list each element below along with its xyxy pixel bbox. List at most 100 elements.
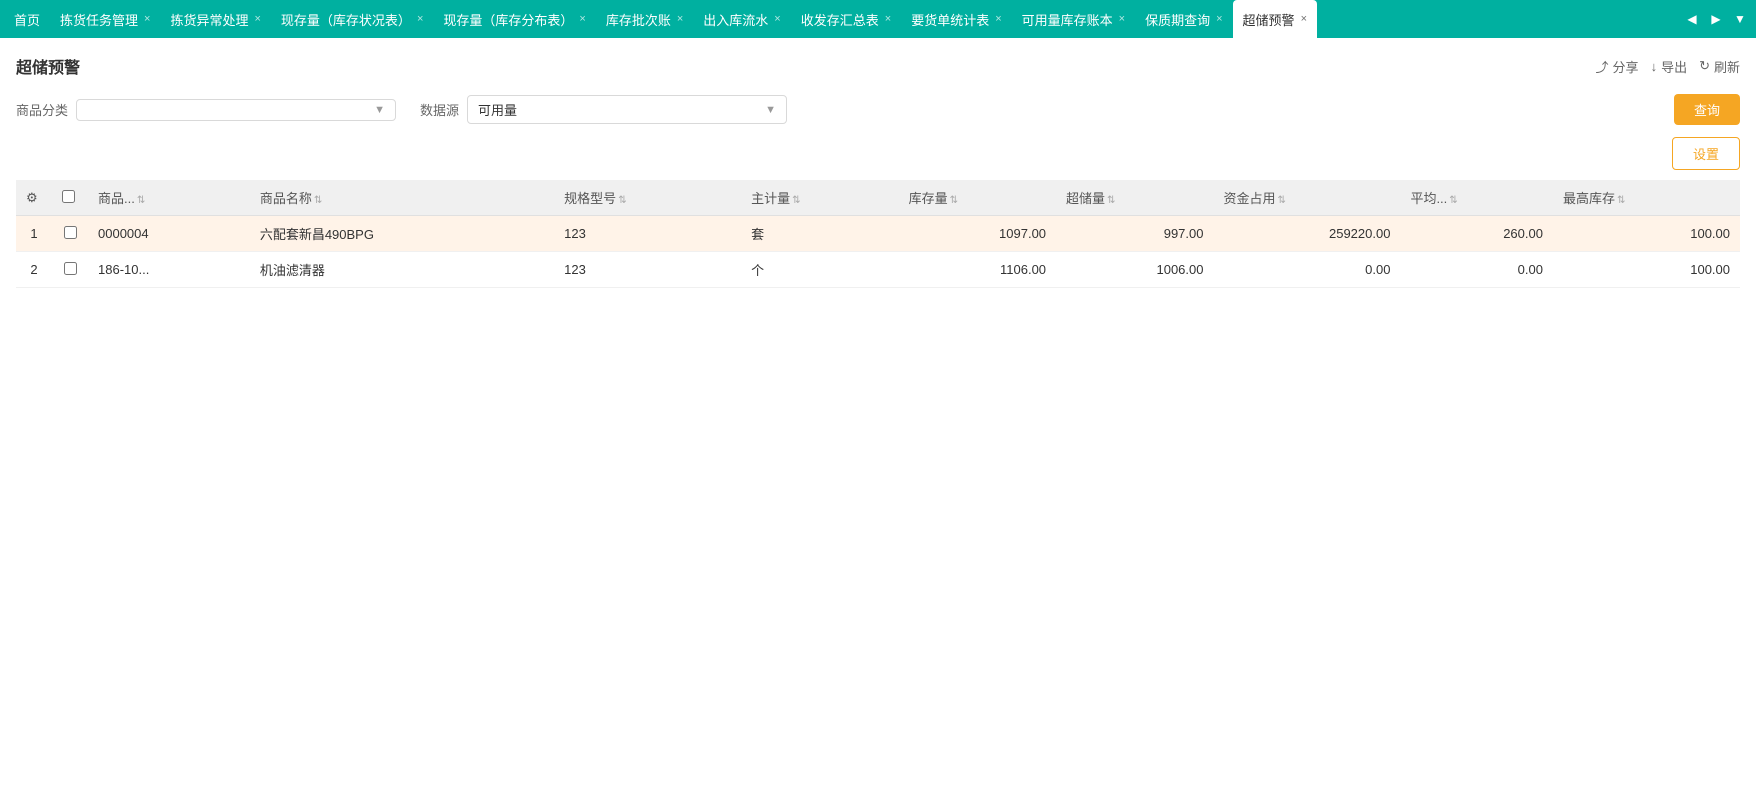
data-source-label: 数据源 (420, 100, 459, 119)
nav-item-11[interactable]: 超储预警× (1233, 0, 1317, 38)
product-category-select[interactable]: ▼ (76, 99, 396, 121)
row-spec-1: 123 (554, 252, 741, 288)
row-num-0: 1 (16, 216, 52, 252)
nav-close-7[interactable]: × (885, 13, 891, 25)
row-capital-1: 0.00 (1213, 252, 1400, 288)
select-all-checkbox[interactable] (62, 190, 75, 203)
nav-item-7[interactable]: 收发存汇总表× (791, 0, 901, 38)
filter-actions: 查询 (1674, 94, 1740, 125)
page-container: 超储预警 ⤴ 分享 ↓ 导出 ↻ 刷新 商品分类 ▼ 数据源 (0, 38, 1756, 800)
nav-close-5[interactable]: × (677, 13, 683, 25)
refresh-link[interactable]: ↻ 刷新 (1699, 57, 1740, 76)
row-max-stock-1: 100.00 (1553, 252, 1740, 288)
page-title: 超储预警 (16, 54, 80, 78)
nav-close-8[interactable]: × (995, 13, 1001, 25)
row-spec-0: 123 (554, 216, 741, 252)
nav-next-arrow[interactable]: ▶ (1704, 0, 1728, 38)
nav-item-2[interactable]: 拣货异常处理× (160, 0, 270, 38)
nav-close-2[interactable]: × (254, 13, 260, 25)
sort-icon-stock: ⇅ (950, 195, 958, 206)
nav-close-3[interactable]: × (417, 13, 423, 25)
data-source-value: 可用量 (478, 100, 517, 119)
page-header: 超储预警 ⤴ 分享 ↓ 导出 ↻ 刷新 (16, 54, 1740, 78)
col-product-code[interactable]: 商品...⇅ (88, 180, 250, 216)
sort-icon-avg: ⇅ (1449, 195, 1457, 206)
row-overstock-1: 1006.00 (1056, 252, 1213, 288)
query-button[interactable]: 查询 (1674, 94, 1740, 125)
nav-item-6[interactable]: 出入库流水× (693, 0, 790, 38)
nav-close-1[interactable]: × (144, 13, 150, 25)
product-category-label: 商品分类 (16, 100, 68, 119)
col-unit[interactable]: 主计量⇅ (741, 180, 898, 216)
nav-close-11[interactable]: × (1301, 13, 1307, 25)
nav-item-3[interactable]: 现存量（库存状况表）× (271, 0, 433, 38)
col-checkbox (52, 180, 88, 216)
sort-icon-product-name: ⇅ (314, 195, 322, 206)
nav-item-0[interactable]: 首页 (4, 0, 50, 38)
data-table: ⚙ 商品...⇅ 商品名称⇅ 规格型号⇅ 主计量⇅ 库存量⇅ (16, 180, 1740, 288)
row-product-code-1: 186-10... (88, 252, 250, 288)
col-overstock[interactable]: 超储量⇅ (1056, 180, 1213, 216)
row-stock-0: 1097.00 (899, 216, 1056, 252)
product-category-chevron: ▼ (374, 104, 385, 116)
nav-item-8[interactable]: 要货单统计表× (901, 0, 1011, 38)
sort-icon-max-stock: ⇅ (1617, 195, 1625, 206)
top-nav: 首页拣货任务管理×拣货异常处理×现存量（库存状况表）×现存量（库存分布表）×库存… (0, 0, 1756, 38)
col-max-stock[interactable]: 最高库存⇅ (1553, 180, 1740, 216)
nav-item-9[interactable]: 可用量库存账本× (1012, 0, 1135, 38)
share-icon: ⤴ (1596, 57, 1609, 76)
sort-icon-unit: ⇅ (792, 195, 800, 206)
row-unit-1: 个 (741, 252, 898, 288)
row-capital-0: 259220.00 (1213, 216, 1400, 252)
row-num-1: 2 (16, 252, 52, 288)
row-overstock-0: 997.00 (1056, 216, 1213, 252)
data-source-chevron: ▼ (765, 104, 776, 116)
product-category-filter: 商品分类 ▼ (16, 99, 396, 121)
export-link[interactable]: ↓ 导出 (1651, 57, 1688, 76)
sort-icon-product-code: ⇅ (137, 195, 145, 206)
row-unit-0: 套 (741, 216, 898, 252)
sort-icon-capital: ⇅ (1278, 195, 1286, 206)
export-icon: ↓ (1651, 59, 1658, 74)
setting-row: 设置 (16, 137, 1740, 170)
col-capital[interactable]: 资金占用⇅ (1213, 180, 1400, 216)
col-avg[interactable]: 平均...⇅ (1400, 180, 1553, 216)
sort-icon-spec: ⇅ (618, 195, 626, 206)
table-header: ⚙ 商品...⇅ 商品名称⇅ 规格型号⇅ 主计量⇅ 库存量⇅ (16, 180, 1740, 216)
nav-more-arrow[interactable]: ▼ (1728, 0, 1752, 38)
sort-icon-overstock: ⇅ (1107, 195, 1115, 206)
nav-close-9[interactable]: × (1119, 13, 1125, 25)
nav-close-6[interactable]: × (774, 13, 780, 25)
data-source-filter: 数据源 可用量 ▼ (420, 95, 787, 124)
row-avg-1: 0.00 (1400, 252, 1553, 288)
data-source-select[interactable]: 可用量 ▼ (467, 95, 787, 124)
row-checkbox-1[interactable] (52, 252, 88, 288)
row-avg-0: 260.00 (1400, 216, 1553, 252)
nav-item-10[interactable]: 保质期查询× (1135, 0, 1232, 38)
settings-icon[interactable]: ⚙ (26, 190, 38, 205)
nav-prev-arrow[interactable]: ◀ (1680, 0, 1704, 38)
row-max-stock-0: 100.00 (1553, 216, 1740, 252)
col-stock[interactable]: 库存量⇅ (899, 180, 1056, 216)
setting-button[interactable]: 设置 (1672, 137, 1740, 170)
nav-close-4[interactable]: × (579, 13, 585, 25)
row-product-name-0: 六配套新昌490BPG (250, 216, 554, 252)
row-stock-1: 1106.00 (899, 252, 1056, 288)
refresh-icon: ↻ (1699, 58, 1710, 74)
filter-row: 商品分类 ▼ 数据源 可用量 ▼ 查询 (16, 94, 1740, 125)
row-checkbox-0[interactable] (52, 216, 88, 252)
table-row: 1 0000004 六配套新昌490BPG 123 套 1097.00 997.… (16, 216, 1740, 252)
nav-item-4[interactable]: 现存量（库存分布表）× (433, 0, 595, 38)
nav-item-5[interactable]: 库存批次账× (596, 0, 693, 38)
row-product-name-1: 机油滤清器 (250, 252, 554, 288)
header-actions: ⤴ 分享 ↓ 导出 ↻ 刷新 (1596, 57, 1740, 76)
col-settings: ⚙ (16, 180, 52, 216)
table-body: 1 0000004 六配套新昌490BPG 123 套 1097.00 997.… (16, 216, 1740, 288)
share-link[interactable]: ⤴ 分享 (1596, 57, 1639, 76)
col-product-name[interactable]: 商品名称⇅ (250, 180, 554, 216)
row-product-code-0: 0000004 (88, 216, 250, 252)
col-spec[interactable]: 规格型号⇅ (554, 180, 741, 216)
nav-close-10[interactable]: × (1216, 13, 1222, 25)
table-row: 2 186-10... 机油滤清器 123 个 1106.00 1006.00 … (16, 252, 1740, 288)
nav-item-1[interactable]: 拣货任务管理× (50, 0, 160, 38)
